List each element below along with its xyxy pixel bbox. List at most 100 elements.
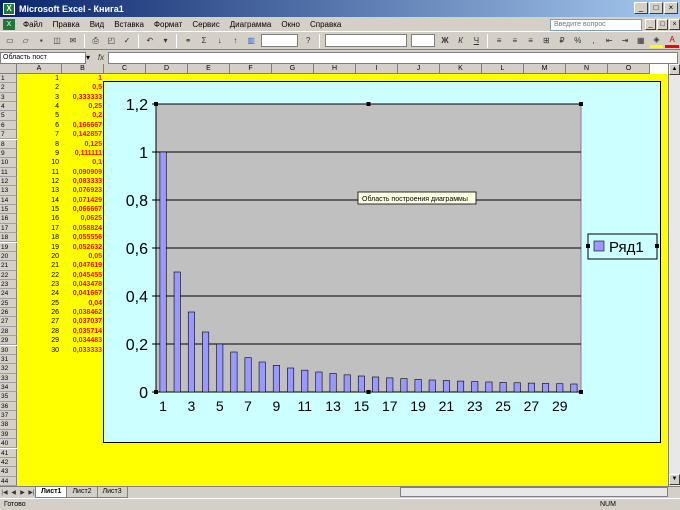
zoom-combo[interactable] — [261, 34, 299, 47]
cell-a[interactable]: 17 — [17, 224, 62, 233]
row-header[interactable]: 22 — [0, 270, 17, 280]
row-header[interactable]: 43 — [0, 467, 17, 477]
bar[interactable] — [400, 378, 408, 393]
chart-area[interactable]: 0 0,2 0,4 0,6 0,8 1 1,2 1 3 5 7 9 11 13 15 17 19 21 23 25 27… — [103, 81, 661, 443]
column-header-a[interactable]: A — [17, 64, 62, 74]
row-header[interactable]: 3 — [0, 92, 17, 102]
column-header-j[interactable]: J — [398, 64, 440, 74]
bar[interactable] — [542, 383, 550, 393]
cell-b[interactable]: 0,041667 — [62, 289, 104, 298]
bar[interactable] — [287, 367, 295, 393]
cell-a[interactable]: 28 — [17, 327, 62, 336]
cell-a[interactable]: 26 — [17, 308, 62, 317]
selection-handle[interactable] — [579, 390, 583, 394]
name-box[interactable]: Область пост — [0, 51, 86, 64]
selection-handle[interactable] — [366, 390, 371, 394]
scroll-down-button[interactable]: ▼ — [669, 474, 680, 485]
doc-restore-button[interactable]: □ — [657, 19, 668, 30]
row-header[interactable]: 14 — [0, 195, 17, 205]
column-header-i[interactable]: I — [356, 64, 398, 74]
column-header-c[interactable]: C — [104, 64, 146, 74]
cell-b[interactable]: 0,090909 — [62, 168, 104, 177]
cell-a[interactable]: 29 — [17, 336, 62, 345]
cell-a[interactable]: 3 — [17, 93, 62, 102]
percent-icon[interactable]: % — [571, 34, 585, 48]
selection-handle[interactable] — [655, 244, 659, 248]
column-header-d[interactable]: D — [146, 64, 188, 74]
row-header[interactable]: 19 — [0, 242, 17, 252]
cell-a[interactable]: 15 — [17, 205, 62, 214]
row-header[interactable]: 5 — [0, 111, 17, 121]
row-header[interactable]: 32 — [0, 364, 17, 374]
row-header[interactable]: 33 — [0, 373, 17, 383]
row-header[interactable]: 23 — [0, 280, 17, 290]
workbook-icon[interactable]: X — [3, 18, 15, 30]
row-header[interactable]: 21 — [0, 261, 17, 271]
row-header[interactable]: 35 — [0, 392, 17, 402]
cell-a[interactable]: 5 — [17, 111, 62, 120]
cell-b[interactable]: 0,071429 — [62, 196, 104, 205]
menu-tools[interactable]: Сервис — [187, 20, 224, 29]
row-header[interactable]: 12 — [0, 177, 17, 187]
prev-sheet-icon[interactable]: ◀ — [9, 488, 18, 498]
font-size-combo[interactable] — [411, 34, 436, 47]
row-header[interactable]: 34 — [0, 383, 17, 393]
row-header[interactable]: 2 — [0, 83, 17, 93]
cell-b[interactable]: 0,1 — [62, 158, 104, 167]
print-preview-icon[interactable]: ◰ — [104, 34, 118, 48]
cell-a[interactable]: 14 — [17, 196, 62, 205]
selection-handle[interactable] — [366, 102, 371, 106]
bar[interactable] — [471, 381, 479, 393]
save-icon[interactable]: ▪ — [34, 34, 48, 48]
doc-close-button[interactable]: × — [669, 19, 680, 30]
row-header[interactable]: 25 — [0, 298, 17, 308]
row-header[interactable]: 44 — [0, 476, 17, 486]
row-header[interactable]: 4 — [0, 102, 17, 112]
font-name-combo[interactable] — [325, 34, 408, 47]
bar[interactable] — [428, 379, 436, 393]
row-header[interactable]: 36 — [0, 401, 17, 411]
column-header-n[interactable]: N — [566, 64, 608, 74]
cell-a[interactable]: 19 — [17, 243, 62, 252]
row-header[interactable]: 41 — [0, 448, 17, 458]
cell-b[interactable]: 0,035714 — [62, 327, 104, 336]
cell-b[interactable]: 0,033333 — [62, 346, 104, 355]
menu-format[interactable]: Формат — [149, 20, 187, 29]
bar[interactable] — [216, 343, 224, 393]
row-header[interactable]: 13 — [0, 186, 17, 196]
cell-a[interactable]: 20 — [17, 252, 62, 261]
bar[interactable] — [301, 369, 309, 393]
bar[interactable] — [272, 365, 280, 393]
bar[interactable] — [556, 383, 564, 393]
bar[interactable] — [173, 271, 181, 393]
first-sheet-icon[interactable]: |◀ — [0, 488, 9, 498]
row-header[interactable]: 26 — [0, 308, 17, 318]
cell-b[interactable]: 0,034483 — [62, 336, 104, 345]
selection-handle[interactable] — [579, 102, 583, 106]
minimize-button[interactable]: _ — [634, 2, 648, 14]
bar[interactable] — [258, 361, 266, 393]
autosum-icon[interactable]: Σ — [197, 34, 211, 48]
print-icon[interactable]: ⎙ — [89, 34, 103, 48]
sort-asc-icon[interactable]: ↓ — [213, 34, 227, 48]
tab-sheet1[interactable]: Лист1 — [35, 487, 68, 498]
align-center-icon[interactable]: ≡ — [508, 34, 522, 48]
cell-b[interactable]: 0,047619 — [62, 261, 104, 270]
permission-icon[interactable]: ◫ — [50, 34, 64, 48]
cell-b[interactable]: 0,045455 — [62, 271, 104, 280]
cell-b[interactable]: 0,038462 — [62, 308, 104, 317]
cell-a[interactable]: 8 — [17, 140, 62, 149]
close-button[interactable]: × — [664, 2, 678, 14]
cell-b[interactable]: 0,111111 — [62, 149, 104, 158]
row-header[interactable]: 9 — [0, 148, 17, 159]
row-header[interactable]: 39 — [0, 429, 17, 440]
cell-b[interactable]: 0,125 — [62, 140, 104, 149]
tab-sheet2[interactable]: Лист2 — [66, 487, 98, 498]
row-header[interactable]: 10 — [0, 158, 17, 168]
help-icon[interactable]: ? — [301, 34, 315, 48]
open-icon[interactable]: ▱ — [19, 34, 33, 48]
selection-handle[interactable] — [154, 390, 158, 394]
bold-icon[interactable]: Ж — [438, 34, 452, 48]
font-color-icon[interactable]: A — [665, 34, 680, 48]
chart-svg[interactable]: 00,20,40,60,811,21 3 5 7 9 11 13 15 17 19 21 23 25 27… — [104, 82, 662, 444]
